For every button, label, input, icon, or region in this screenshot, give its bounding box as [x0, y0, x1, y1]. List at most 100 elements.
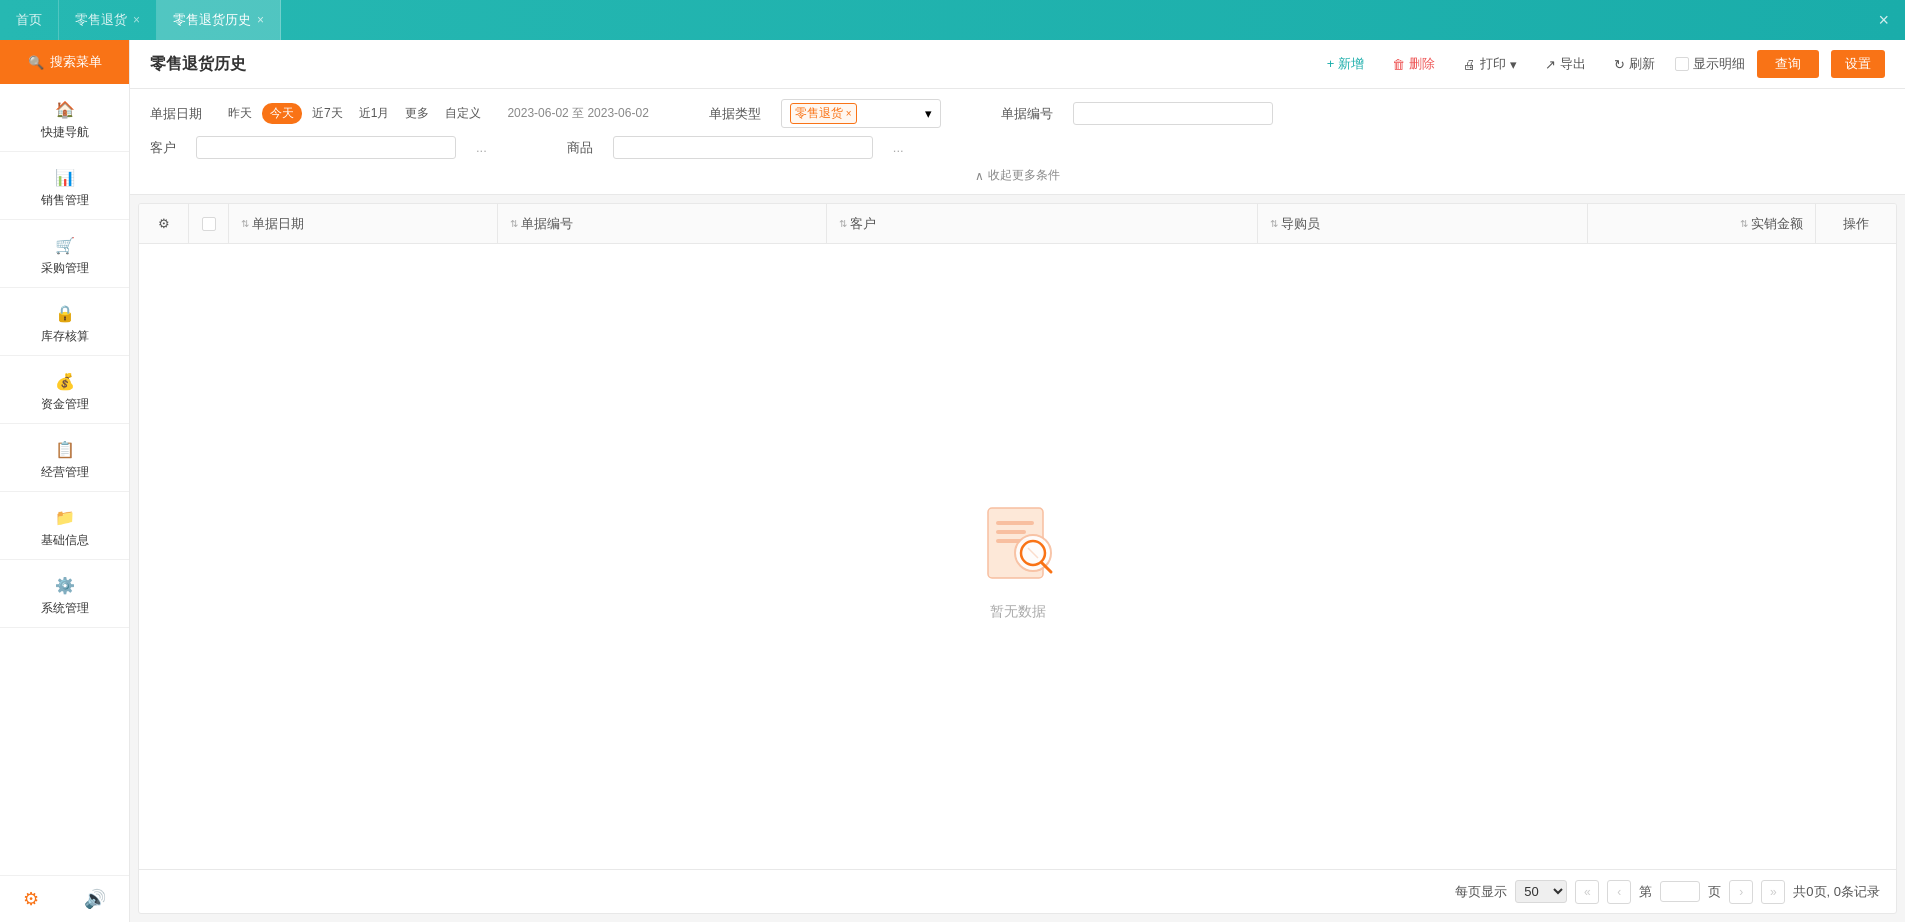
query-button[interactable]: 查询: [1757, 50, 1819, 78]
empty-state-icon: [968, 493, 1068, 593]
date-btn-1month[interactable]: 近1月: [353, 103, 396, 124]
sidebar-item-label-sales-mgmt: 销售管理: [41, 192, 89, 209]
table-header: ⚙ ⇅ 单据日期 ⇅ 单据编号 ⇅ 客户 ⇅: [139, 204, 1896, 244]
th-checkbox[interactable]: [189, 204, 229, 243]
date-btn-today[interactable]: 今天: [262, 103, 302, 124]
show-detail-checkbox[interactable]: [1675, 57, 1689, 71]
select-all-checkbox[interactable]: [202, 217, 216, 231]
type-tag-close[interactable]: ×: [846, 108, 852, 119]
sidebar-search-label: 搜索菜单: [50, 53, 102, 71]
sidebar-item-operation[interactable]: 📋 经营管理: [0, 424, 129, 492]
page-size-select[interactable]: 50 100 200: [1515, 880, 1567, 903]
basic-info-icon: 📁: [54, 506, 76, 528]
sidebar-item-label-quick-nav: 快捷导航: [41, 124, 89, 141]
date-btn-yesterday[interactable]: 昨天: [222, 103, 258, 124]
page-prefix: 第: [1639, 883, 1652, 901]
date-btn-custom[interactable]: 自定义: [439, 103, 487, 124]
inventory-icon: 🔒: [54, 302, 76, 324]
sidebar-search[interactable]: 🔍 搜索菜单: [0, 40, 129, 84]
sys-mgmt-icon: ⚙️: [54, 574, 76, 596]
print-icon: 🖨: [1463, 57, 1476, 72]
purchase-mgmt-icon: 🛒: [54, 234, 76, 256]
type-filter-tag: 零售退货 ×: [790, 103, 857, 124]
sidebar-item-label-operation: 经营管理: [41, 464, 89, 481]
th-settings[interactable]: ⚙: [139, 204, 189, 243]
tab-retail-return-history[interactable]: 零售退货历史 ×: [157, 0, 281, 40]
sales-mgmt-icon: 📊: [54, 166, 76, 188]
sidebar-item-basic-info[interactable]: 📁 基础信息: [0, 492, 129, 560]
sidebar-bottom: ⚙ 🔊: [0, 875, 129, 922]
export-icon: ↗: [1545, 57, 1556, 72]
th-amount[interactable]: ⇅ 实销金额: [1588, 204, 1816, 243]
export-button[interactable]: ↗ 导出: [1537, 51, 1594, 77]
th-date[interactable]: ⇅ 单据日期: [229, 204, 498, 243]
th-guide[interactable]: ⇅ 导购员: [1258, 204, 1588, 243]
operation-icon: 📋: [54, 438, 76, 460]
refresh-button[interactable]: ↻ 刷新: [1606, 51, 1663, 77]
filter-area: 单据日期 昨天 今天 近7天 近1月 更多 自定义 2023-06-02 至 2…: [130, 89, 1905, 195]
collapse-button[interactable]: ∧ 收起更多条件: [150, 167, 1885, 184]
tab-retail-return[interactable]: 零售退货 ×: [59, 0, 157, 40]
customer-filter-dots[interactable]: ...: [476, 140, 487, 155]
type-filter-select[interactable]: 零售退货 × ▾: [781, 99, 941, 128]
print-button[interactable]: 🖨 打印 ▾: [1455, 51, 1525, 77]
page-unit: 页: [1708, 883, 1721, 901]
prev-page-button[interactable]: ‹: [1607, 880, 1631, 904]
next-page-button[interactable]: ›: [1729, 880, 1753, 904]
quick-nav-icon: 🏠: [54, 98, 76, 120]
sidebar-item-sys-mgmt[interactable]: ⚙️ 系统管理: [0, 560, 129, 628]
date-btn-7days[interactable]: 近7天: [306, 103, 349, 124]
delete-button[interactable]: 🗑 删除: [1384, 51, 1443, 77]
audio-bottom-icon[interactable]: 🔊: [84, 888, 106, 910]
svg-rect-2: [996, 530, 1026, 534]
goods-filter-input[interactable]: [613, 136, 873, 159]
customer-filter-input[interactable]: [196, 136, 456, 159]
header-actions: + 新增 🗑 删除 🖨 打印 ▾ ↗ 导出 ↻ 刷新: [1319, 50, 1885, 78]
tab-retail-return-close[interactable]: ×: [133, 13, 140, 27]
first-page-button[interactable]: «: [1575, 880, 1599, 904]
last-page-button[interactable]: »: [1761, 880, 1785, 904]
type-select-arrow: ▾: [925, 106, 932, 121]
svg-rect-1: [996, 521, 1034, 525]
th-customer[interactable]: ⇅ 客户: [827, 204, 1258, 243]
table-body: 暂无数据: [139, 244, 1896, 869]
tab-retail-return-history-label: 零售退货历史: [173, 11, 251, 29]
sidebar-item-label-sys-mgmt: 系统管理: [41, 600, 89, 617]
settings-button[interactable]: 设置: [1831, 50, 1885, 78]
date-filter-label: 单据日期: [150, 105, 202, 123]
search-icon: 🔍: [28, 55, 44, 70]
sidebar-item-label-finance: 资金管理: [41, 396, 89, 413]
tab-home[interactable]: 首页: [0, 0, 59, 40]
sidebar-item-finance[interactable]: 💰 资金管理: [0, 356, 129, 424]
goods-filter-dots[interactable]: ...: [893, 140, 904, 155]
settings-bottom-icon[interactable]: ⚙: [23, 888, 39, 910]
th-guide-sort-icon: ⇅: [1270, 218, 1278, 229]
customer-filter-label: 客户: [150, 139, 176, 157]
empty-state-text: 暂无数据: [990, 603, 1046, 621]
window-close-icon[interactable]: ×: [1878, 10, 1889, 31]
sidebar-item-inventory[interactable]: 🔒 库存核算: [0, 288, 129, 356]
print-dropdown-icon: ▾: [1510, 57, 1517, 72]
top-bar-right: ×: [1878, 0, 1905, 40]
filter-row-2: 客户 ... 商品 ...: [150, 136, 1885, 159]
tab-retail-return-history-close[interactable]: ×: [257, 13, 264, 27]
date-btn-more[interactable]: 更多: [399, 103, 435, 124]
table-area: ⚙ ⇅ 单据日期 ⇅ 单据编号 ⇅ 客户 ⇅: [138, 203, 1897, 914]
th-code-sort-icon: ⇅: [510, 218, 518, 229]
collapse-up-icon: ∧: [975, 169, 984, 183]
code-filter-input[interactable]: [1073, 102, 1273, 125]
sidebar-item-sales-mgmt[interactable]: 📊 销售管理: [0, 152, 129, 220]
sidebar-item-purchase-mgmt[interactable]: 🛒 采购管理: [0, 220, 129, 288]
th-ops: 操作: [1816, 204, 1896, 243]
refresh-icon: ↻: [1614, 57, 1625, 72]
sidebar-item-label-purchase-mgmt: 采购管理: [41, 260, 89, 277]
th-code[interactable]: ⇅ 单据编号: [498, 204, 828, 243]
filter-row-1: 单据日期 昨天 今天 近7天 近1月 更多 自定义 2023-06-02 至 2…: [150, 99, 1885, 128]
add-button[interactable]: + 新增: [1319, 51, 1372, 77]
page-title: 零售退货历史: [150, 54, 246, 75]
page-number-input[interactable]: 1: [1660, 881, 1700, 902]
date-range-display: 2023-06-02 至 2023-06-02: [507, 105, 648, 122]
sidebar-item-label-basic-info: 基础信息: [41, 532, 89, 549]
sidebar-item-quick-nav[interactable]: 🏠 快捷导航: [0, 84, 129, 152]
show-detail-toggle[interactable]: 显示明细: [1675, 55, 1745, 73]
